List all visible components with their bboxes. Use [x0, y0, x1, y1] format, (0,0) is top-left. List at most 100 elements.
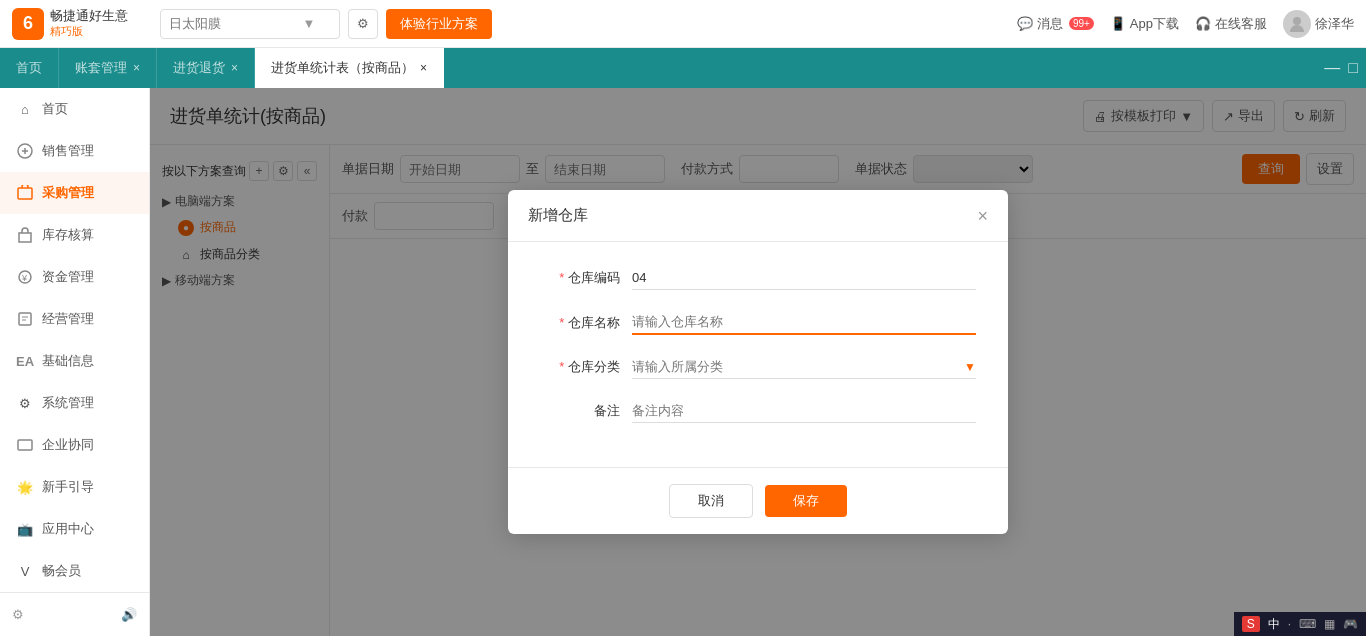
main-layout: ⌂ 首页 销售管理 采购管理 库存核算 ¥ 资金管理	[0, 88, 1366, 636]
search-input[interactable]	[169, 16, 299, 31]
status-grid-icon: ▦	[1324, 617, 1335, 631]
svg-point-0	[1293, 17, 1301, 25]
sidebar-item-operation[interactable]: 经营管理	[0, 298, 149, 340]
online-service-item[interactable]: 🎧 在线客服	[1195, 15, 1267, 33]
svg-text:¥: ¥	[21, 273, 28, 283]
home-tab-label: 首页	[16, 59, 42, 77]
sidebar-item-inventory[interactable]: 库存核算	[0, 214, 149, 256]
inventory-icon	[16, 226, 34, 244]
purchase-return-tab-close[interactable]: ×	[231, 61, 238, 75]
tab-bar: 首页 账套管理 × 进货退货 × 进货单统计表（按商品） × — □	[0, 48, 1366, 88]
category-label: 仓库分类	[540, 358, 620, 376]
status-keyboard-icon: ⌨	[1299, 617, 1316, 631]
modal-overlay[interactable]: 新增仓库 × 仓库编码 仓库名称 仓库	[150, 88, 1366, 636]
sidebar-item-collab[interactable]: 企业协同	[0, 424, 149, 466]
modal-field-code: 仓库编码	[540, 266, 976, 290]
sidebar: ⌂ 首页 销售管理 采购管理 库存核算 ¥ 资金管理	[0, 88, 150, 636]
code-label: 仓库编码	[540, 269, 620, 287]
svg-rect-7	[18, 440, 32, 450]
note-label: 备注	[540, 402, 620, 420]
gear-button[interactable]: ⚙	[348, 9, 378, 39]
cancel-button[interactable]: 取消	[669, 484, 753, 518]
purchase-stats-tab-close[interactable]: ×	[420, 61, 427, 75]
status-s-icon: S	[1242, 616, 1260, 632]
account-tab-label: 账套管理	[75, 59, 127, 77]
modal-title: 新增仓库	[528, 206, 588, 225]
svg-rect-2	[18, 188, 32, 199]
sidebar-item-purchase[interactable]: 采购管理	[0, 172, 149, 214]
search-dropdown-icon[interactable]: ▼	[299, 16, 319, 31]
avatar	[1283, 10, 1311, 38]
tab-home[interactable]: 首页	[0, 48, 59, 88]
operation-icon	[16, 310, 34, 328]
account-tab-close[interactable]: ×	[133, 61, 140, 75]
sidebar-item-finance[interactable]: ¥ 资金管理	[0, 256, 149, 298]
settings-bottom-icon[interactable]: ⚙	[12, 607, 24, 622]
name-label: 仓库名称	[540, 314, 620, 332]
sales-icon	[16, 142, 34, 160]
modal-footer: 取消 保存	[508, 467, 1008, 534]
save-button[interactable]: 保存	[765, 485, 847, 517]
modal-field-note: 备注	[540, 399, 976, 423]
apps-icon: 📺	[16, 520, 34, 538]
system-icon: ⚙	[16, 394, 34, 412]
mobile-icon: 📱	[1110, 16, 1126, 31]
sidebar-bottom: ⚙ 🔊	[0, 592, 149, 636]
code-input[interactable]	[632, 266, 976, 290]
tab-purchase-stats[interactable]: 进货单统计表（按商品） ×	[255, 48, 444, 88]
tab-purchase-return[interactable]: 进货退货 ×	[157, 48, 255, 88]
modal-new-warehouse: 新增仓库 × 仓库编码 仓库名称 仓库	[508, 190, 1008, 534]
purchase-icon	[16, 184, 34, 202]
logo-sub: 精巧版	[50, 24, 128, 39]
logo-icon: 6	[12, 8, 44, 40]
tab-minimize-btn[interactable]: —	[1324, 59, 1340, 77]
sidebar-item-guide[interactable]: 🌟 新手引导	[0, 466, 149, 508]
app-download-item[interactable]: 📱 App下载	[1110, 15, 1179, 33]
user-item[interactable]: 徐泽华	[1283, 10, 1354, 38]
member-icon: V	[16, 562, 34, 580]
svg-rect-6	[19, 313, 31, 325]
message-badge: 99+	[1069, 17, 1094, 30]
guide-icon: 🌟	[16, 478, 34, 496]
basic-icon: EA	[16, 352, 34, 370]
logo-text: 畅捷通好生意	[50, 8, 128, 25]
sidebar-item-member[interactable]: V 畅会员	[0, 550, 149, 592]
tab-maximize-btn[interactable]: □	[1348, 59, 1358, 77]
name-input[interactable]	[632, 310, 976, 335]
category-select-wrap: ▼	[632, 355, 976, 379]
tab-account[interactable]: 账套管理 ×	[59, 48, 157, 88]
logo-area: 6 畅捷通好生意 精巧版	[12, 8, 152, 40]
modal-header: 新增仓库 ×	[508, 190, 1008, 242]
tab-bar-right: — □	[1316, 48, 1366, 88]
note-input[interactable]	[632, 399, 976, 423]
modal-field-name: 仓库名称	[540, 310, 976, 335]
sound-icon[interactable]: 🔊	[121, 607, 137, 622]
modal-body: 仓库编码 仓库名称 仓库分类 ▼	[508, 242, 1008, 467]
modal-field-category: 仓库分类 ▼	[540, 355, 976, 379]
sidebar-item-basic[interactable]: EA 基础信息	[0, 340, 149, 382]
sidebar-item-home[interactable]: ⌂ 首页	[0, 88, 149, 130]
status-bar: S 中 · ⌨ ▦ 🎮	[1234, 612, 1366, 636]
home-icon: ⌂	[16, 100, 34, 118]
modal-close-btn[interactable]: ×	[977, 207, 988, 225]
category-input[interactable]	[632, 355, 976, 379]
sidebar-item-system[interactable]: ⚙ 系统管理	[0, 382, 149, 424]
message-icon: 💬	[1017, 16, 1033, 31]
purchase-return-tab-label: 进货退货	[173, 59, 225, 77]
sidebar-item-apps[interactable]: 📺 应用中心	[0, 508, 149, 550]
status-zh-label: 中	[1268, 616, 1280, 633]
top-header: 6 畅捷通好生意 精巧版 ▼ ⚙ 体验行业方案 💬 消息 99+ 📱 App下载…	[0, 0, 1366, 48]
purchase-stats-tab-label: 进货单统计表（按商品）	[271, 59, 414, 77]
trial-button[interactable]: 体验行业方案	[386, 9, 492, 39]
message-item[interactable]: 💬 消息 99+	[1017, 15, 1094, 33]
finance-icon: ¥	[16, 268, 34, 286]
status-gamepad-icon: 🎮	[1343, 617, 1358, 631]
status-dot-icon: ·	[1288, 617, 1291, 631]
svg-rect-3	[19, 233, 31, 242]
collab-icon	[16, 436, 34, 454]
content-area: 进货单统计(按商品) 🖨 按模板打印 ▼ ↗ 导出 ↻ 刷新	[150, 88, 1366, 636]
headphone-icon: 🎧	[1195, 16, 1211, 31]
sidebar-item-sales[interactable]: 销售管理	[0, 130, 149, 172]
header-search[interactable]: ▼	[160, 9, 340, 39]
header-right: 💬 消息 99+ 📱 App下载 🎧 在线客服 徐泽华	[1017, 10, 1354, 38]
